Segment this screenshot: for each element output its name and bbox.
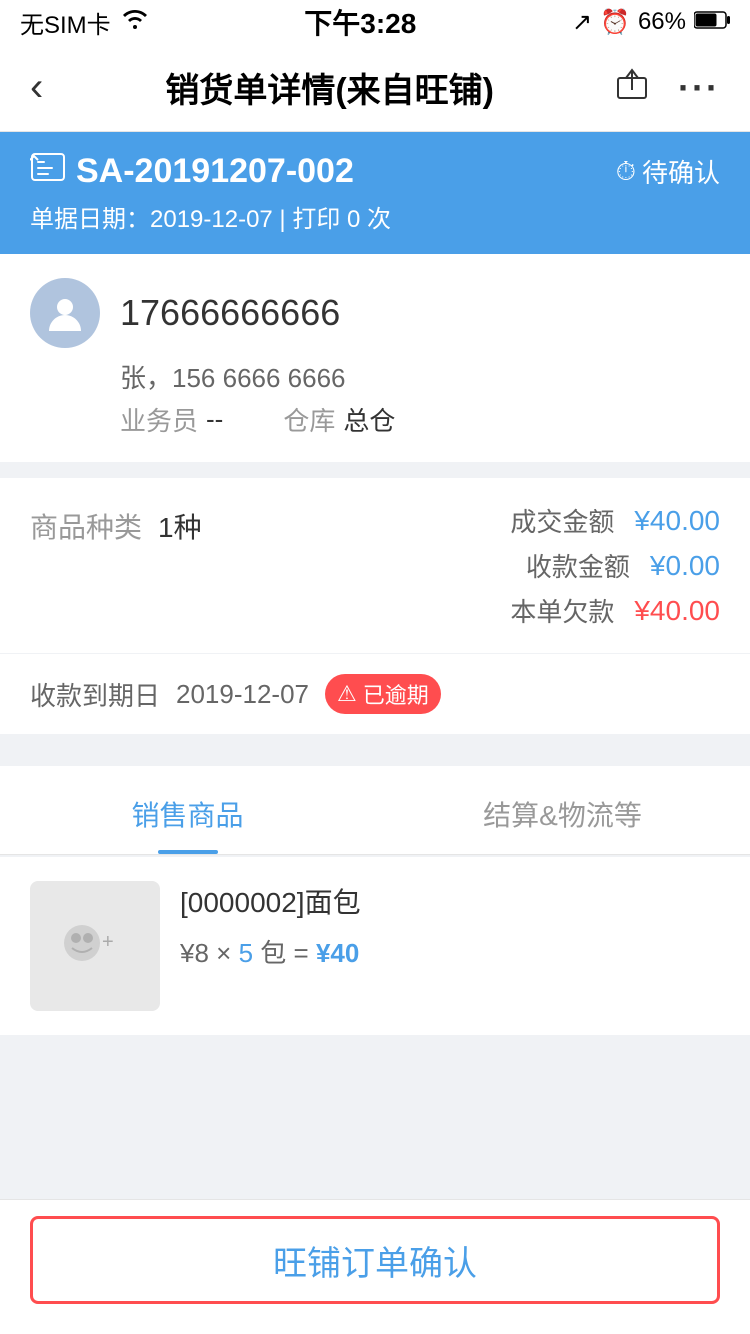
- received-amount-value: ¥0.00: [650, 550, 720, 582]
- due-section: 收款到期日 2019-12-07 ⚠ 已逾期: [0, 653, 750, 734]
- product-section: + [0000002]面包 ¥8 × 5 包 = ¥40: [0, 857, 750, 1035]
- svg-text:+: +: [102, 931, 114, 953]
- warehouse-value: 总仓: [343, 401, 395, 438]
- deal-amount-value: ¥40.00: [634, 505, 720, 537]
- equals-sign: =: [294, 938, 316, 968]
- bottom-bar: 旺铺订单确认: [0, 1199, 750, 1334]
- alarm-icon: ⏰: [600, 8, 630, 37]
- order-id: SA-20191207-002: [30, 152, 354, 191]
- due-date-label: 收款到期日: [30, 676, 160, 713]
- overdue-text: 已逾期: [363, 678, 429, 710]
- product-total: ¥40: [316, 938, 359, 968]
- customer-phone: 17666666666: [120, 292, 340, 334]
- deal-amount-line: 成交金额 ¥40.00: [510, 502, 720, 539]
- location-icon: ↗: [572, 8, 592, 37]
- avatar: [30, 278, 100, 348]
- back-button[interactable]: ‹: [30, 65, 43, 110]
- order-date: 单据日期：2019-12-07 | 打印 0 次: [30, 199, 720, 234]
- received-amount-line: 收款金额 ¥0.00: [526, 547, 720, 584]
- deal-amount-label: 成交金额: [510, 502, 614, 539]
- tab-products[interactable]: 销售商品: [0, 766, 375, 854]
- status-time: 下午3:28: [304, 2, 416, 42]
- owed-amount-label: 本单欠款: [510, 592, 614, 629]
- product-name: [0000002]面包: [180, 881, 720, 921]
- overdue-badge: ⚠ 已逾期: [325, 674, 441, 714]
- customer-name: 张，156 6666 6666: [120, 358, 720, 395]
- product-qty: 5: [239, 938, 253, 968]
- divider-1: [0, 462, 750, 478]
- due-date-value: 2019-12-07: [176, 679, 309, 710]
- status-bar: 无SIM卡 下午3:28 ↗ ⏰ 66%: [0, 0, 750, 44]
- more-button[interactable]: ···: [678, 67, 720, 109]
- owed-amount-value: ¥40.00: [634, 595, 720, 627]
- customer-meta: 业务员 -- 仓库 总仓: [120, 401, 720, 438]
- header-banner: SA-20191207-002 ⏱ 待确认 单据日期：2019-12-07 | …: [0, 132, 750, 254]
- owed-amount-line: 本单欠款 ¥40.00: [510, 592, 720, 629]
- order-status: ⏱ 待确认: [616, 153, 720, 190]
- tab-settlement[interactable]: 结算&物流等: [375, 766, 750, 854]
- warehouse-label: 仓库: [283, 401, 335, 438]
- salesperson-label: 业务员: [120, 401, 198, 438]
- customer-section: 17666666666 张，156 6666 6666 业务员 -- 仓库 总仓: [0, 254, 750, 462]
- overdue-warning-icon: ⚠: [337, 681, 357, 707]
- tabs-section: 销售商品 结算&物流等: [0, 766, 750, 855]
- divider-2: [0, 734, 750, 750]
- nav-actions: ···: [616, 67, 720, 109]
- product-image: +: [30, 881, 160, 1011]
- confirm-button[interactable]: 旺铺订单确认: [30, 1216, 720, 1304]
- status-right: ↗ ⏰ 66%: [572, 8, 730, 37]
- page-title: 销货单详情(来自旺铺): [165, 63, 494, 112]
- wifi-icon: [121, 8, 149, 36]
- summary-section: 商品种类 1种 成交金额 ¥40.00 收款金额 ¥0.00 本单欠款 ¥40.…: [0, 478, 750, 653]
- product-details: [0000002]面包 ¥8 × 5 包 = ¥40: [180, 881, 720, 970]
- received-amount-label: 收款金额: [526, 547, 630, 584]
- product-price: ¥8 × 5 包 = ¥40: [180, 933, 720, 970]
- product-type-label: 商品种类: [30, 506, 142, 546]
- salesperson-meta: 业务员 --: [120, 401, 223, 438]
- clock-icon: ⏱: [616, 156, 636, 188]
- share-button[interactable]: [616, 68, 648, 108]
- qty-unit: 包: [260, 938, 286, 968]
- battery-icon: [694, 8, 730, 36]
- multiply-sign: ×: [216, 938, 238, 968]
- product-item: + [0000002]面包 ¥8 × 5 包 = ¥40: [30, 881, 720, 1011]
- nav-bar: ‹ 销货单详情(来自旺铺) ···: [0, 44, 750, 132]
- warehouse-meta: 仓库 总仓: [283, 401, 395, 438]
- product-img-placeholder: +: [60, 918, 130, 974]
- product-type-value: 1种: [158, 506, 202, 546]
- carrier-text: 无SIM卡: [20, 5, 111, 40]
- battery-text: 66%: [638, 8, 686, 36]
- order-icon: [30, 152, 66, 191]
- status-left: 无SIM卡: [20, 5, 149, 40]
- summary-right: 成交金额 ¥40.00 收款金额 ¥0.00 本单欠款 ¥40.00: [510, 502, 720, 629]
- price-per-unit: ¥8: [180, 938, 209, 968]
- salesperson-value: --: [206, 404, 223, 435]
